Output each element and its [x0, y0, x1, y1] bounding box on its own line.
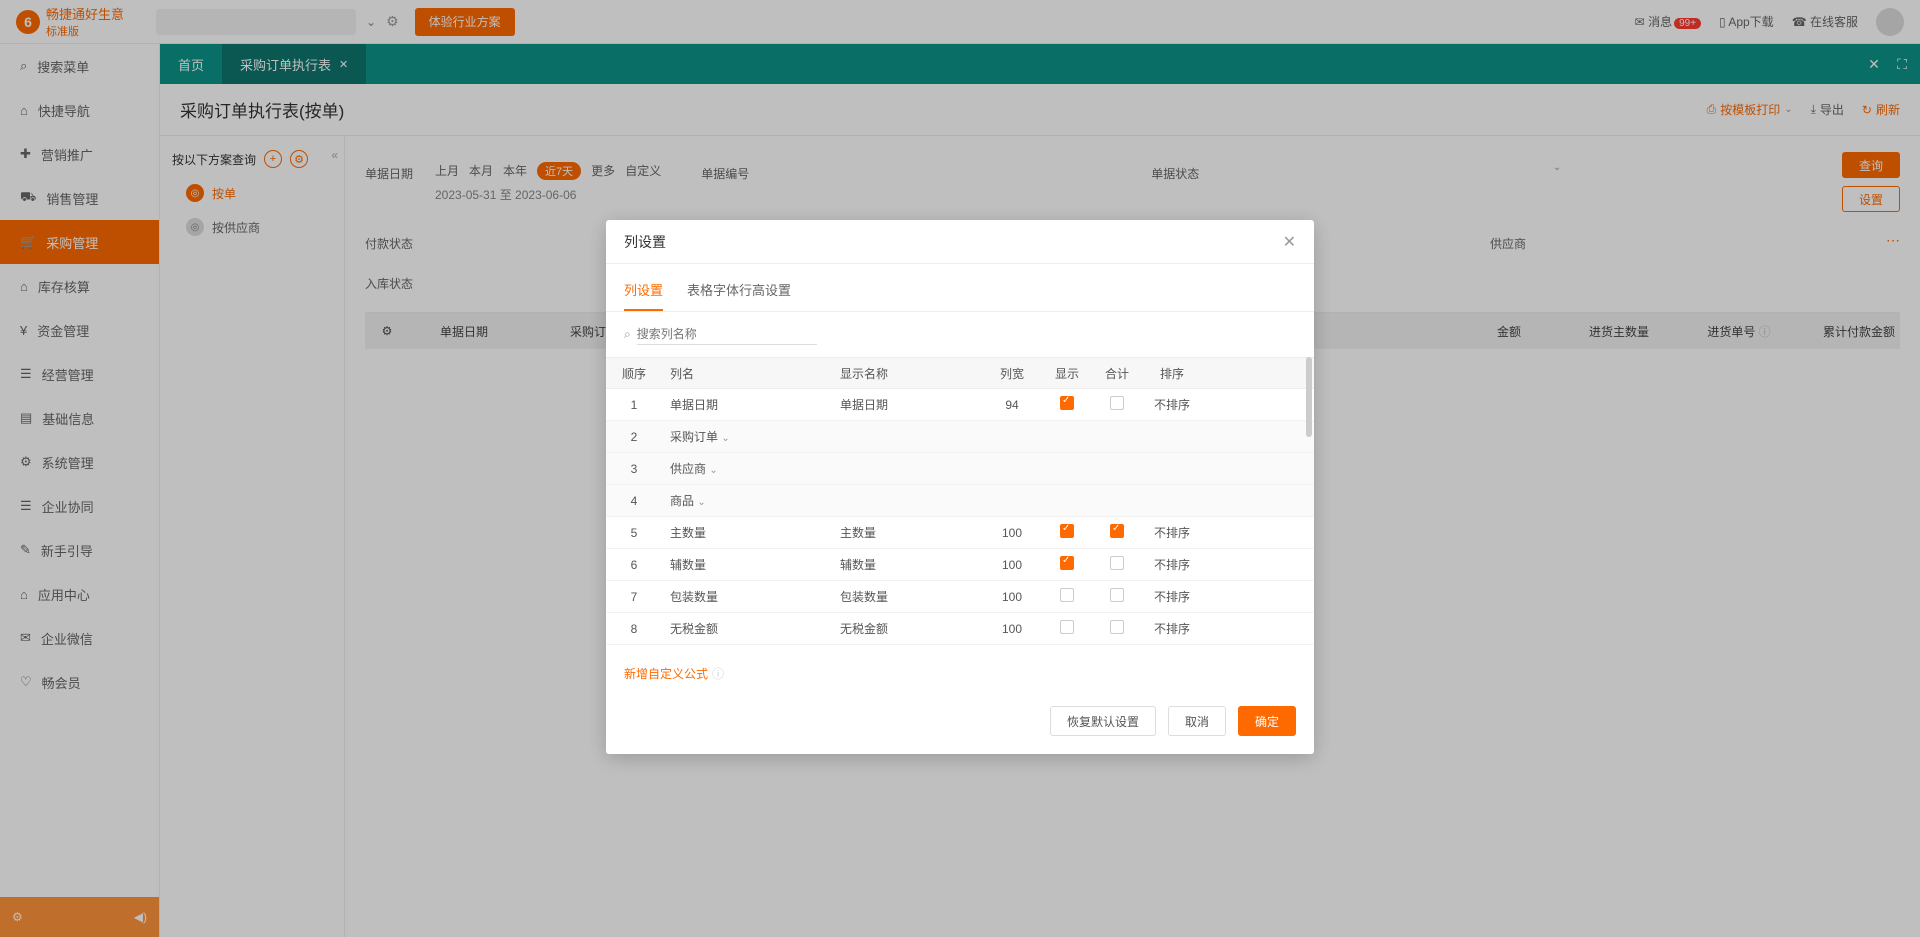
chevron-down-icon: ⌄ [697, 497, 705, 508]
ok-button[interactable]: 确定 [1238, 706, 1296, 736]
table-row[interactable]: 8无税金额无税金额100不排序 [606, 613, 1314, 645]
checkbox-sum[interactable] [1110, 556, 1124, 570]
table-row[interactable]: 2采购订单 ⌄ [606, 421, 1314, 453]
search-icon: ⌕ [624, 327, 631, 342]
mth-sort: 排序 [1142, 365, 1202, 382]
checkbox-sum[interactable] [1110, 588, 1124, 602]
checkbox-show[interactable] [1060, 620, 1074, 634]
checkbox-sum[interactable] [1110, 620, 1124, 634]
mth-show: 显示 [1042, 365, 1092, 382]
mth-disp: 显示名称 [832, 365, 982, 382]
modal-overlay: 列设置 ✕ 列设置 表格字体行高设置 ⌕ 顺序 列名 显示名称 列宽 显示 [0, 0, 1920, 937]
checkbox-show[interactable] [1060, 524, 1074, 538]
checkbox-sum[interactable] [1110, 396, 1124, 410]
close-icon[interactable]: ✕ [1283, 232, 1296, 252]
table-row[interactable]: 6辅数量辅数量100不排序 [606, 549, 1314, 581]
modal-title: 列设置 [624, 232, 666, 252]
checkbox-show[interactable] [1060, 556, 1074, 570]
modal-tab-columns[interactable]: 列设置 [624, 280, 663, 311]
table-row[interactable]: 7包装数量包装数量100不排序 [606, 581, 1314, 613]
search-input[interactable] [637, 324, 817, 345]
info-icon: ⓘ [712, 665, 724, 682]
table-row[interactable]: 4商品 ⌄ [606, 485, 1314, 517]
add-formula-link[interactable]: 新增自定义公式 ⓘ [606, 655, 1314, 692]
cancel-button[interactable]: 取消 [1168, 706, 1226, 736]
columns-table: 顺序 列名 显示名称 列宽 显示 合计 排序 1单据日期单据日期94不排序2采购… [606, 357, 1314, 645]
reset-button[interactable]: 恢复默认设置 [1050, 706, 1156, 736]
chevron-down-icon: ⌄ [721, 433, 729, 444]
mth-sum: 合计 [1092, 365, 1142, 382]
checkbox-show[interactable] [1060, 588, 1074, 602]
scrollbar[interactable] [1306, 357, 1312, 437]
mth-w: 列宽 [982, 365, 1042, 382]
table-row[interactable]: 3供应商 ⌄ [606, 453, 1314, 485]
checkbox-show[interactable] [1060, 396, 1074, 410]
chevron-down-icon: ⌄ [709, 465, 717, 476]
modal-tab-font[interactable]: 表格字体行高设置 [687, 280, 791, 311]
table-row[interactable]: 1单据日期单据日期94不排序 [606, 389, 1314, 421]
mth-name: 列名 [662, 365, 832, 382]
mth-seq: 顺序 [606, 365, 662, 382]
column-settings-modal: 列设置 ✕ 列设置 表格字体行高设置 ⌕ 顺序 列名 显示名称 列宽 显示 [606, 220, 1314, 754]
table-row[interactable]: 5主数量主数量100不排序 [606, 517, 1314, 549]
checkbox-sum[interactable] [1110, 524, 1124, 538]
